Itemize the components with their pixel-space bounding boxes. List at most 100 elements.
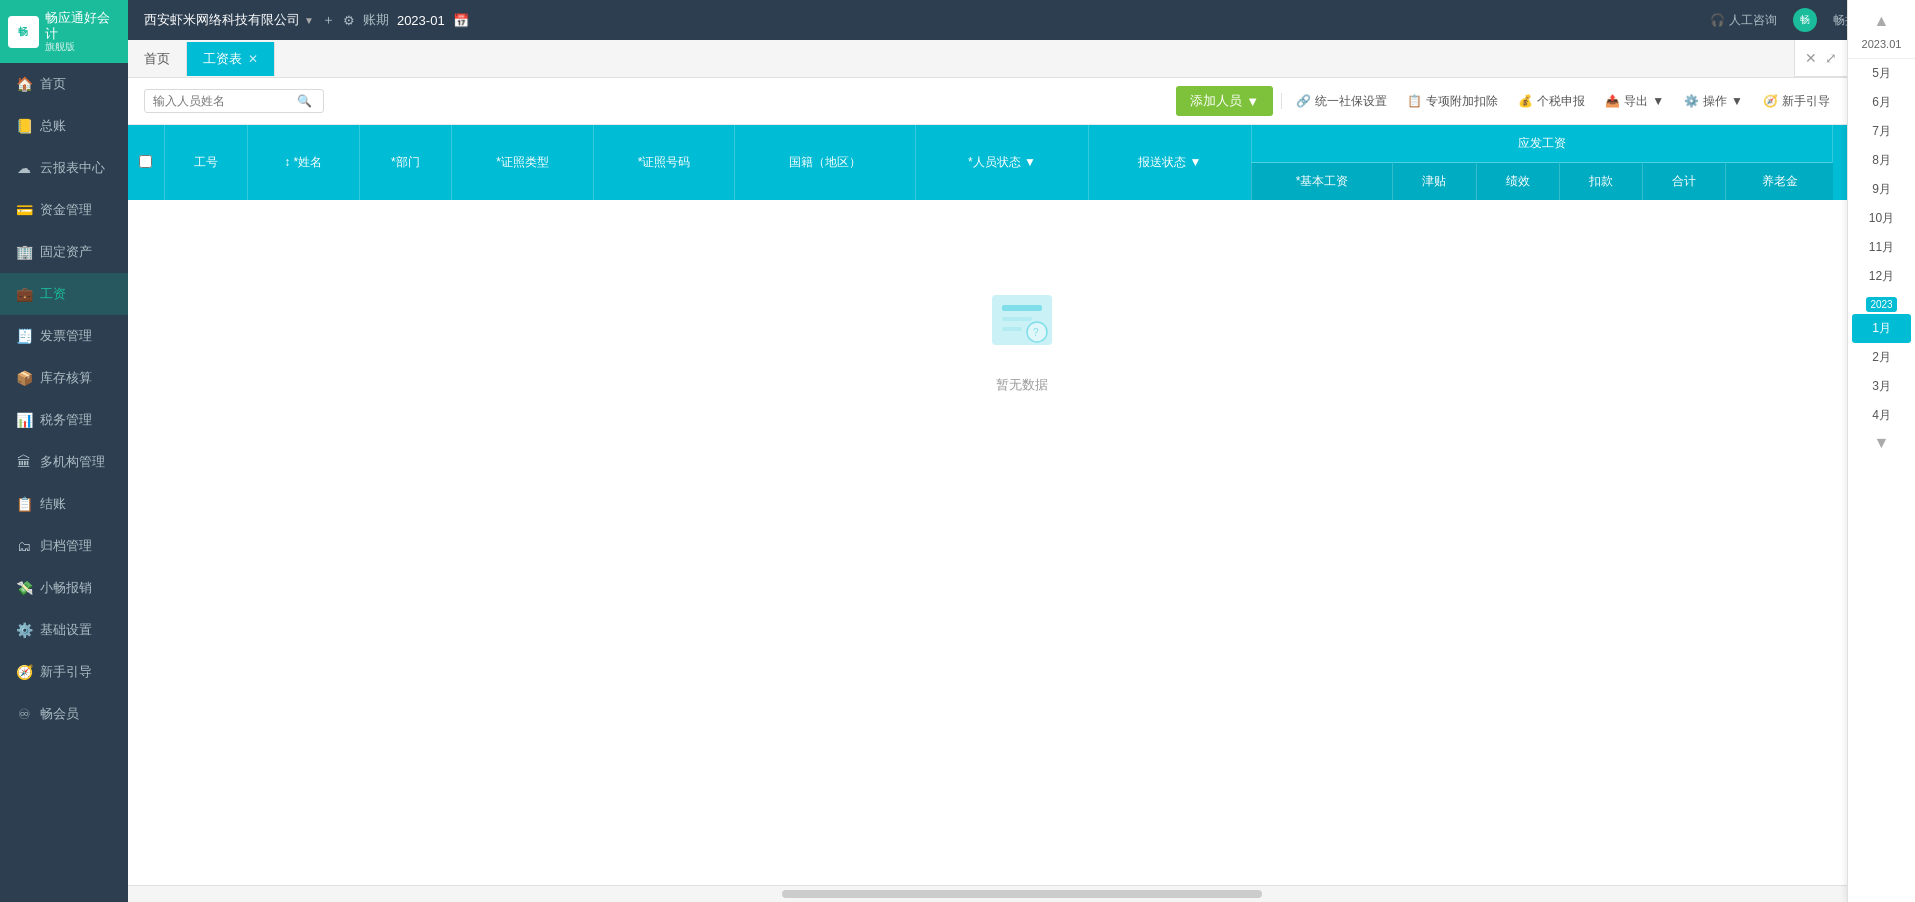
table-header-payable: 应发工资 xyxy=(1251,125,1832,163)
scroll-bar-wrap xyxy=(128,885,1915,902)
tab-bar: 首页 工资表 ✕ xyxy=(128,40,1915,78)
tab-close-icon[interactable]: ✕ xyxy=(248,52,258,66)
tab-home[interactable]: 首页 xyxy=(128,42,187,76)
salary-icon: 💼 xyxy=(16,286,32,302)
gear-icon: ⚙ xyxy=(343,13,355,28)
empty-text: 暂无数据 xyxy=(996,376,1048,394)
table-header-id-type: *证照类型 xyxy=(452,125,594,200)
special-deduction-button[interactable]: 📋 专项附加扣除 xyxy=(1401,89,1504,114)
salary-table: 工号 ↕ *姓名 *部门 *证照类型 *证照号码 国籍（地区 xyxy=(128,125,1915,474)
sidebar-logo[interactable]: 畅 畅应通好会计 旗舰版 xyxy=(0,0,128,63)
customer-service-button[interactable]: 🎧 人工咨询 xyxy=(1710,12,1777,29)
date-panel: ▲ 2023.01 5月 6月 7月 8月 9月 10月 11月 12月 202… xyxy=(1847,0,1915,902)
sidebar-item-archive[interactable]: 🗂归档管理 xyxy=(0,525,128,567)
cloud-icon: ☁ xyxy=(16,160,32,176)
new-guide-button[interactable]: 🧭 新手引导 xyxy=(1757,89,1836,114)
date-month-4[interactable]: 4月 xyxy=(1848,401,1915,430)
sidebar-item-inventory[interactable]: 📦库存核算 xyxy=(0,357,128,399)
add-company-button[interactable]: ＋ xyxy=(322,11,335,29)
top-header-left: 西安虾米网络科技有限公司 ▼ ＋ ⚙ 账期 2023-01 📅 xyxy=(144,11,469,29)
app-name: 畅应通好会计 xyxy=(45,10,120,41)
sidebar-item-multi-org[interactable]: 🏛多机构管理 xyxy=(0,441,128,483)
sidebar-item-tax[interactable]: 📊税务管理 xyxy=(0,399,128,441)
date-month-7[interactable]: 7月 xyxy=(1848,117,1915,146)
sidebar-item-home[interactable]: 🏠首页 xyxy=(0,63,128,105)
date-month-3[interactable]: 3月 xyxy=(1848,372,1915,401)
sidebar-item-guide[interactable]: 🧭新手引导 xyxy=(0,651,128,693)
sidebar-item-settings[interactable]: ⚙️基础设置 xyxy=(0,609,128,651)
clipboard-icon: 📋 xyxy=(1407,94,1422,108)
window-close-button[interactable]: ✕ xyxy=(1803,48,1819,68)
search-icon: 🔍 xyxy=(297,94,312,108)
date-month-5[interactable]: 5月 xyxy=(1848,59,1915,88)
add-person-button[interactable]: 添加人员 ▼ xyxy=(1176,86,1273,116)
sidebar-item-ledger[interactable]: 📒总账 xyxy=(0,105,128,147)
table-header-name[interactable]: ↕ *姓名 xyxy=(247,125,359,200)
invoice-icon: 🧾 xyxy=(16,328,32,344)
date-year-badge: 2023 xyxy=(1866,297,1896,312)
table-header-allowance: 津贴 xyxy=(1393,163,1476,201)
date-month-10[interactable]: 10月 xyxy=(1848,204,1915,233)
table-header-base-salary: *基本工资 xyxy=(1251,163,1393,201)
date-month-2[interactable]: 2月 xyxy=(1848,343,1915,372)
export-icon: 📤 xyxy=(1605,94,1620,108)
date-month-12[interactable]: 12月 xyxy=(1848,262,1915,291)
sidebar-item-cloud-report[interactable]: ☁云报表中心 xyxy=(0,147,128,189)
svg-rect-3 xyxy=(1002,327,1022,331)
period-label: 账期 xyxy=(363,11,389,29)
sidebar-nav: 🏠首页 📒总账 ☁云报表中心 💳资金管理 🏢固定资产 💼工资 🧾发票管理 📦库存… xyxy=(0,63,128,902)
calendar-icon[interactable]: 📅 xyxy=(453,13,469,28)
settings-icon: ⚙️ xyxy=(16,622,32,638)
sidebar-item-member[interactable]: ♾畅会员 xyxy=(0,693,128,735)
search-wrap[interactable]: 🔍 xyxy=(144,89,324,113)
settings-header-button[interactable]: ⚙ xyxy=(343,13,355,28)
table-header-checkbox[interactable] xyxy=(128,125,164,200)
table-wrap[interactable]: 工号 ↕ *姓名 *部门 *证照类型 *证照号码 国籍（地区 xyxy=(128,125,1915,885)
plus-icon: ＋ xyxy=(322,11,335,29)
ledger-icon: 📒 xyxy=(16,118,32,134)
sidebar-item-close[interactable]: 📋结账 xyxy=(0,483,128,525)
table-header-performance: 绩效 xyxy=(1476,163,1559,201)
tax-report-button[interactable]: 💰 个税申报 xyxy=(1512,89,1591,114)
search-input[interactable] xyxy=(153,94,293,108)
expense-icon: 💸 xyxy=(16,580,32,596)
company-name: 西安虾米网络科技有限公司 xyxy=(144,11,300,29)
date-month-1[interactable]: 1月 xyxy=(1852,314,1911,343)
tab-salary[interactable]: 工资表 ✕ xyxy=(187,42,275,76)
sidebar-item-salary[interactable]: 💼工资 xyxy=(0,273,128,315)
date-nav-down[interactable]: ▼ xyxy=(1870,430,1894,456)
app-edition: 旗舰版 xyxy=(45,41,120,53)
sidebar-item-invoice[interactable]: 🧾发票管理 xyxy=(0,315,128,357)
empty-state: ? 暂无数据 xyxy=(128,200,1915,474)
table-header-report-status[interactable]: 报送状态 ▼ xyxy=(1088,125,1251,200)
multi-org-icon: 🏛 xyxy=(16,454,32,470)
social-insurance-button[interactable]: 🔗 统一社保设置 xyxy=(1290,89,1393,114)
sidebar-item-finance[interactable]: 💳资金管理 xyxy=(0,189,128,231)
date-month-8[interactable]: 8月 xyxy=(1848,146,1915,175)
company-selector[interactable]: 西安虾米网络科技有限公司 ▼ xyxy=(144,11,314,29)
empty-state-cell: ? 暂无数据 xyxy=(128,200,1915,474)
sidebar-item-expense[interactable]: 💸小畅报销 xyxy=(0,567,128,609)
operation-button[interactable]: ⚙️ 操作 ▼ xyxy=(1678,89,1749,114)
finance-icon: 💳 xyxy=(16,202,32,218)
logo-icon: 畅 xyxy=(8,16,39,48)
headset-icon: 🎧 xyxy=(1710,13,1725,27)
table-header-pension: 养老金 xyxy=(1726,163,1833,201)
table-header-status[interactable]: *人员状态 ▼ xyxy=(916,125,1088,200)
date-month-9[interactable]: 9月 xyxy=(1848,175,1915,204)
sidebar-item-assets[interactable]: 🏢固定资产 xyxy=(0,231,128,273)
date-month-6[interactable]: 6月 xyxy=(1848,88,1915,117)
date-month-11[interactable]: 11月 xyxy=(1848,233,1915,262)
table-header-total: 合计 xyxy=(1643,163,1726,201)
member-icon: ♾ xyxy=(16,706,32,722)
date-nav-up[interactable]: ▲ xyxy=(1870,8,1894,34)
date-panel-header: 2023.01 xyxy=(1848,34,1915,59)
export-button[interactable]: 📤 导出 ▼ xyxy=(1599,89,1670,114)
select-all-checkbox[interactable] xyxy=(139,155,152,168)
window-maximize-button[interactable]: ⤢ xyxy=(1823,48,1839,68)
table-header-dept: *部门 xyxy=(359,125,452,200)
scroll-bar[interactable] xyxy=(782,890,1262,898)
inventory-icon: 📦 xyxy=(16,370,32,386)
tax-icon: 💰 xyxy=(1518,94,1533,108)
close-period-icon: 📋 xyxy=(16,496,32,512)
